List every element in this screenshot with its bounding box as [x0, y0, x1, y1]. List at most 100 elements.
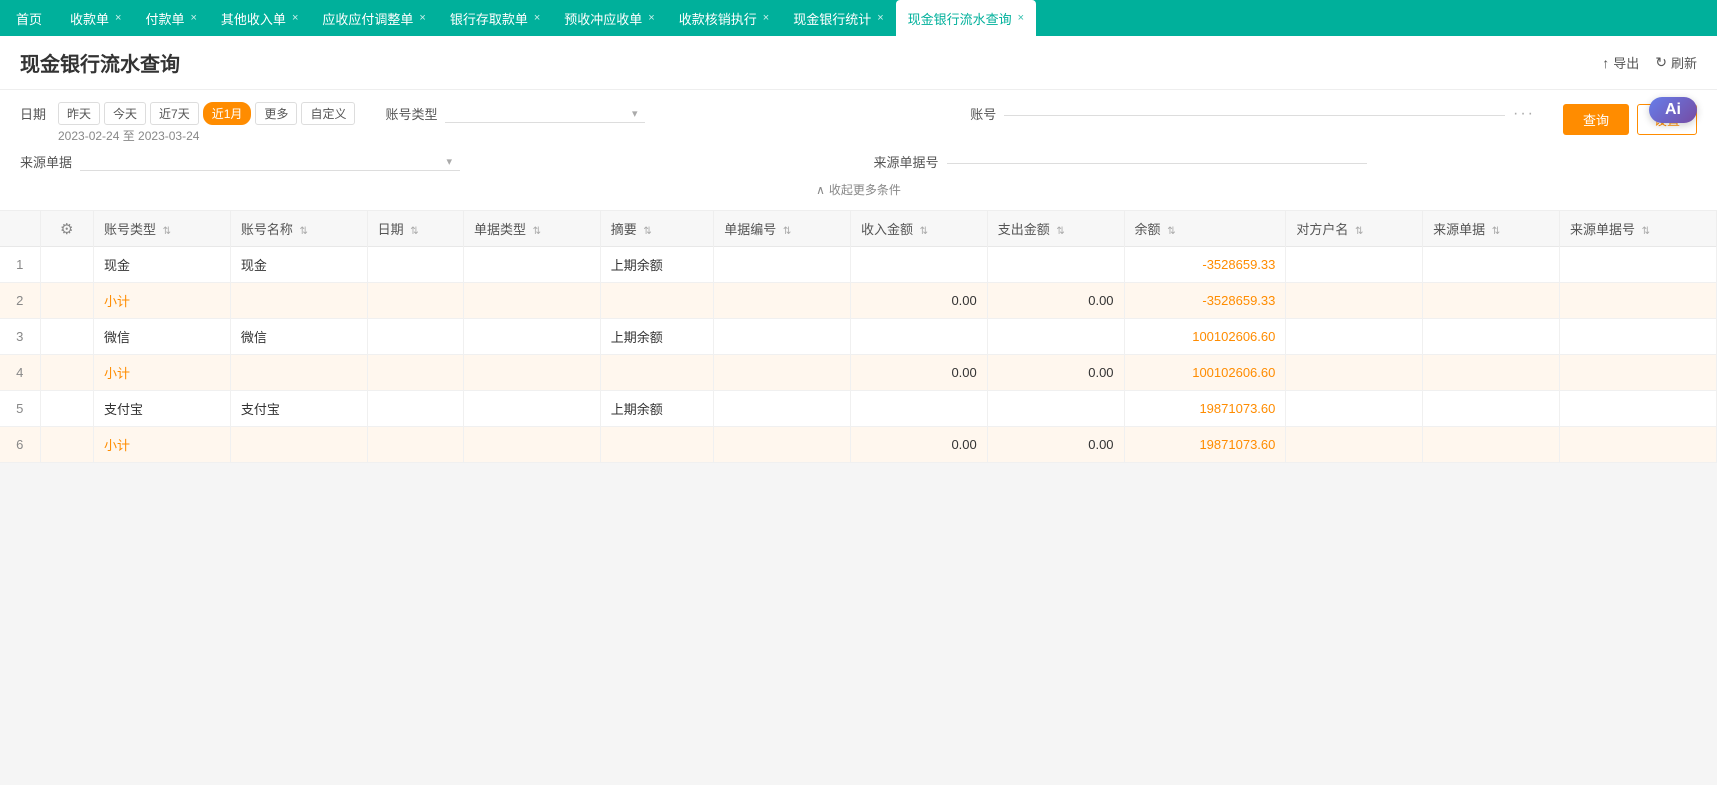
table-cell: 1: [0, 247, 40, 283]
date-btn-more[interactable]: 更多: [255, 102, 297, 125]
table-row: 5支付宝支付宝上期余额19871073.60: [0, 391, 1717, 427]
table-container: ⚙ 账号类型 ⇅ 账号名称 ⇅ 日期 ⇅ 单据类型 ⇅ 摘: [0, 211, 1717, 463]
table-cell: [367, 319, 463, 355]
close-tab-6-icon[interactable]: ×: [763, 12, 769, 24]
col-doc-type[interactable]: 单据类型 ⇅: [463, 211, 600, 247]
col-income[interactable]: 收入金额 ⇅: [850, 211, 987, 247]
date-range-display: 2023-02-24 至 2023-03-24: [58, 129, 199, 143]
sort-source-doc-icon: ⇅: [1492, 226, 1500, 237]
close-tab-0-icon[interactable]: ×: [115, 12, 121, 24]
date-btn-7days[interactable]: 近7天: [150, 102, 199, 125]
table-cell: 微信: [230, 319, 367, 355]
table-cell: [1559, 319, 1716, 355]
close-tab-5-icon[interactable]: ×: [648, 12, 654, 24]
source-doc-no-input[interactable]: [947, 159, 1367, 164]
nav-tab-4[interactable]: 银行存取款单 ×: [438, 0, 552, 36]
table-cell: [40, 427, 94, 463]
table-cell: 0.00: [850, 355, 987, 391]
table-cell: [367, 283, 463, 319]
table-cell: [1423, 319, 1560, 355]
close-tab-2-icon[interactable]: ×: [292, 12, 298, 24]
table-cell: [987, 391, 1124, 427]
col-summary[interactable]: 摘要 ⇅: [600, 211, 713, 247]
date-btn-custom[interactable]: 自定义: [301, 102, 355, 125]
source-doc-select[interactable]: ▾: [80, 153, 460, 171]
nav-tab-1[interactable]: 付款单 ×: [133, 0, 208, 36]
col-account-name[interactable]: 账号名称 ⇅: [230, 211, 367, 247]
table-cell: [850, 319, 987, 355]
date-btn-1month[interactable]: 近1月: [203, 102, 252, 125]
sort-balance-icon: ⇅: [1167, 226, 1175, 237]
table-cell: [714, 247, 851, 283]
table-cell: [600, 427, 713, 463]
col-expense[interactable]: 支出金额 ⇅: [987, 211, 1124, 247]
date-label: 日期: [20, 104, 46, 123]
nav-tab-7[interactable]: 现金银行统计 ×: [781, 0, 895, 36]
close-tab-1-icon[interactable]: ×: [190, 12, 196, 24]
col-source-doc[interactable]: 来源单据 ⇅: [1423, 211, 1560, 247]
query-button[interactable]: 查询: [1563, 104, 1629, 135]
col-gear[interactable]: ⚙: [40, 211, 94, 247]
table-cell: 现金: [94, 247, 231, 283]
nav-tab-2[interactable]: 其他收入单 ×: [209, 0, 310, 36]
table-cell: [367, 247, 463, 283]
col-date[interactable]: 日期 ⇅: [367, 211, 463, 247]
table-cell: 6: [0, 427, 40, 463]
nav-tab-5[interactable]: 预收冲应收单 ×: [552, 0, 666, 36]
nav-tab-6[interactable]: 收款核销执行 ×: [667, 0, 781, 36]
table-cell: 19871073.60: [1124, 427, 1286, 463]
table-cell: 支付宝: [94, 391, 231, 427]
top-nav: 首页 收款单 × 付款单 × 其他收入单 × 应收应付调整单 × 银行存取款单 …: [0, 0, 1717, 36]
collapse-icon: ∧: [816, 183, 825, 197]
sort-date-icon: ⇅: [410, 226, 418, 237]
close-tab-4-icon[interactable]: ×: [534, 12, 540, 24]
account-more-icon[interactable]: ···: [1513, 105, 1535, 123]
close-tab-3-icon[interactable]: ×: [419, 12, 425, 24]
table-cell: [230, 283, 367, 319]
table-cell: [1423, 355, 1560, 391]
nav-tab-3[interactable]: 应收应付调整单 ×: [310, 0, 437, 36]
col-counterparty[interactable]: 对方户名 ⇅: [1286, 211, 1423, 247]
sort-account-type-icon: ⇅: [163, 226, 171, 237]
table-cell: 0.00: [987, 355, 1124, 391]
table-cell: 上期余额: [600, 319, 713, 355]
date-btn-today[interactable]: 今天: [104, 102, 146, 125]
sort-account-name-icon: ⇅: [299, 226, 307, 237]
table-cell: 上期余额: [600, 247, 713, 283]
table-cell: [463, 247, 600, 283]
account-input[interactable]: [1004, 111, 1505, 116]
table-cell: [987, 319, 1124, 355]
refresh-button[interactable]: ↻ 刷新: [1655, 53, 1697, 72]
table-cell: [1559, 427, 1716, 463]
table-cell: [600, 355, 713, 391]
table-cell: [714, 319, 851, 355]
ai-button[interactable]: Ai: [1649, 97, 1697, 123]
table-cell: [230, 427, 367, 463]
table-cell: [367, 391, 463, 427]
close-tab-7-icon[interactable]: ×: [877, 12, 883, 24]
close-tab-8-icon[interactable]: ×: [1018, 12, 1024, 24]
col-account-type[interactable]: 账号类型 ⇅: [94, 211, 231, 247]
collapse-bar[interactable]: ∧ 收起更多条件: [20, 177, 1697, 202]
table-cell: 0.00: [987, 427, 1124, 463]
export-button[interactable]: ↑ 导出: [1602, 53, 1639, 72]
source-doc-label: 来源单据: [20, 152, 72, 171]
col-balance[interactable]: 余额 ⇅: [1124, 211, 1286, 247]
sort-counterparty-icon: ⇅: [1355, 226, 1363, 237]
source-doc-arrow-icon: ▾: [446, 155, 452, 168]
table-cell: 上期余额: [600, 391, 713, 427]
nav-tab-0[interactable]: 收款单 ×: [58, 0, 133, 36]
date-btn-yesterday[interactable]: 昨天: [58, 102, 100, 125]
table-cell: [714, 355, 851, 391]
table-cell: [987, 247, 1124, 283]
table-cell: [600, 283, 713, 319]
table-cell: 0.00: [850, 283, 987, 319]
refresh-icon: ↻: [1655, 54, 1667, 71]
page-header: 现金银行流水查询 ↑ 导出 ↻ 刷新: [0, 36, 1717, 90]
nav-tab-8[interactable]: 现金银行流水查询 ×: [896, 0, 1036, 36]
col-source-doc-no[interactable]: 来源单据号 ⇅: [1559, 211, 1716, 247]
nav-home[interactable]: 首页: [0, 0, 58, 36]
table-row: 1现金现金上期余额-3528659.33: [0, 247, 1717, 283]
col-doc-no[interactable]: 单据编号 ⇅: [714, 211, 851, 247]
account-type-select[interactable]: ▾: [445, 105, 645, 123]
